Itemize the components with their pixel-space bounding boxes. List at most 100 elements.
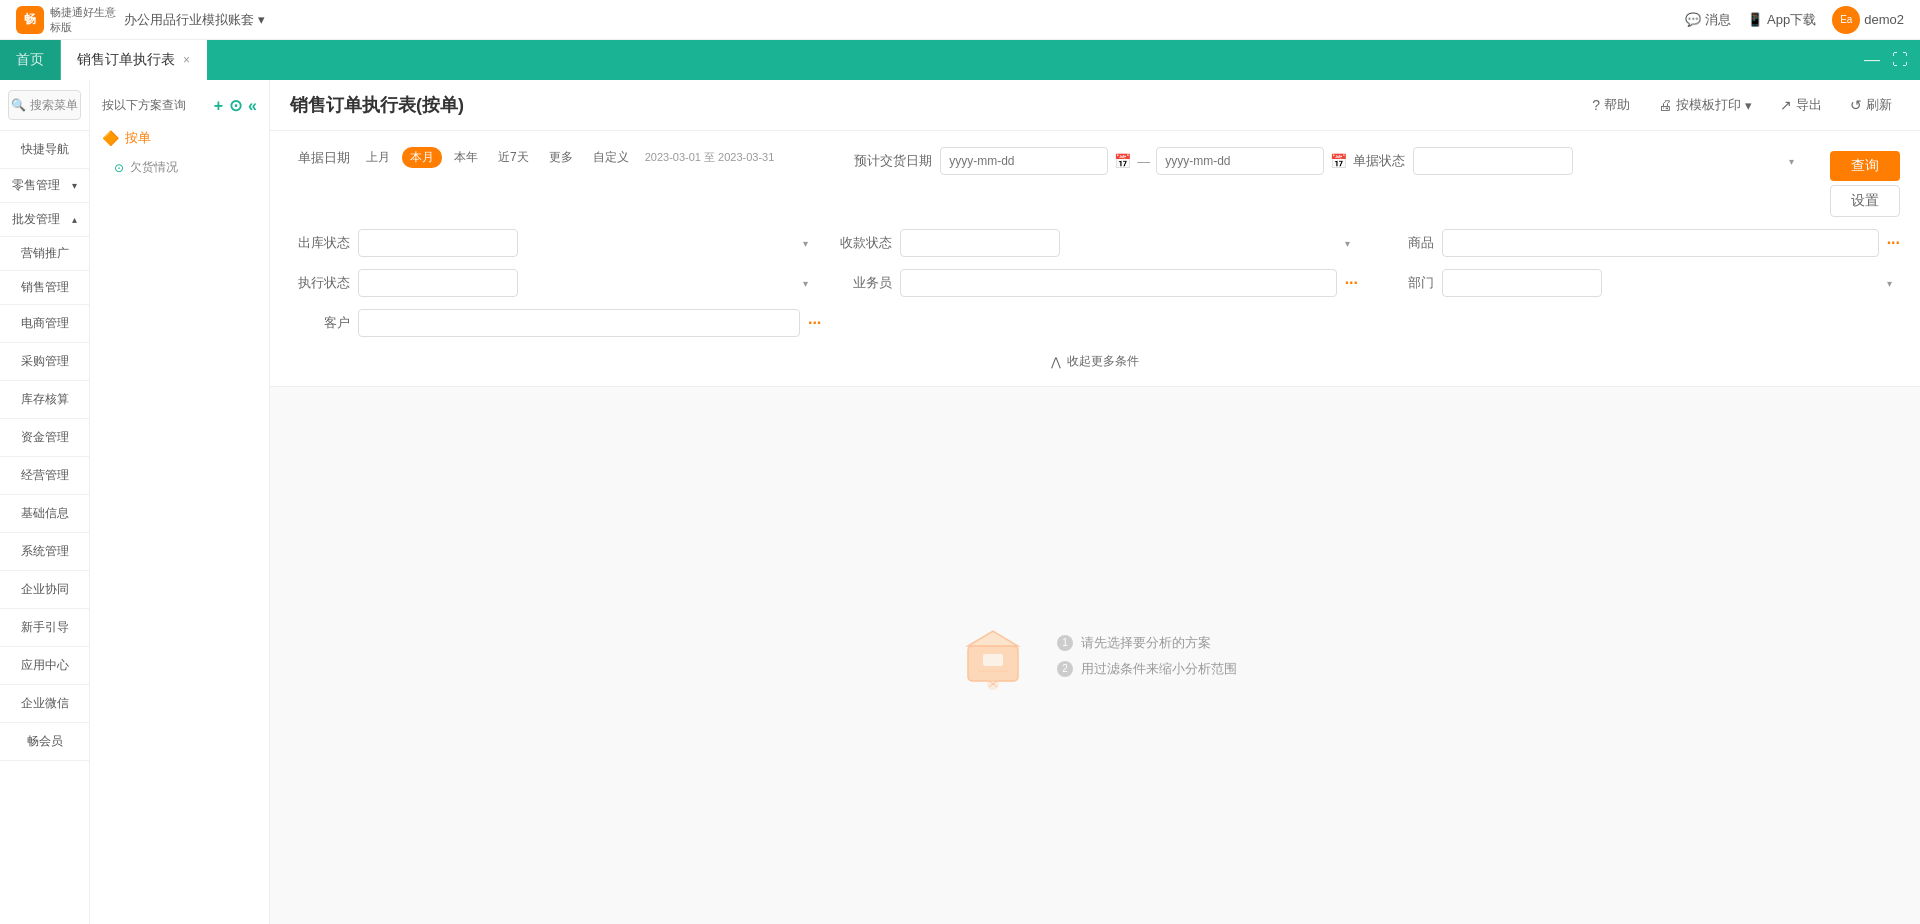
tab-actions: — ⛶ <box>1852 51 1920 69</box>
help-icon: ? <box>1592 97 1600 113</box>
order-status-chevron-icon: ▾ <box>1789 156 1794 167</box>
sidebar-item-quick-nav[interactable]: 快捷导航 <box>0 131 89 169</box>
sidebar-item-operations[interactable]: 经营管理 <box>0 457 89 495</box>
empty-tip-2: 2 用过滤条件来缩小分析范围 <box>1057 656 1237 682</box>
sidebar-item-guide[interactable]: 新手引导 <box>0 609 89 647</box>
content-area: 按以下方案查询 + ⊙ « 🔶 按单 ⊙ 欠货情况 销售订单执行表(按单) <box>90 80 1920 924</box>
calendar-start-icon[interactable]: 📅 <box>1114 153 1131 169</box>
sidebar-item-sales[interactable]: 销售管理 <box>0 271 89 305</box>
department-select[interactable] <box>1442 269 1602 297</box>
sidebar-item-wechat[interactable]: 企业微信 <box>0 685 89 723</box>
query-button[interactable]: 查询 <box>1830 151 1900 181</box>
page-header-actions: ? 帮助 🖨 按模板打印 ▾ ↗ 导出 ↺ 刷新 <box>1584 92 1900 118</box>
sidebar-item-enterprise[interactable]: 企业协同 <box>0 571 89 609</box>
shortcut-custom[interactable]: 自定义 <box>585 147 637 168</box>
help-button[interactable]: ? 帮助 <box>1584 92 1638 118</box>
chevron-right-icon: ▾ <box>72 180 77 191</box>
message-action[interactable]: 💬 消息 <box>1685 11 1731 29</box>
tab-close-icon[interactable]: × <box>183 53 190 67</box>
date-range-display: 2023-03-01 至 2023-03-31 <box>645 150 775 165</box>
execution-status-select[interactable] <box>358 269 518 297</box>
left-panel-header: 按以下方案查询 + ⊙ « <box>90 92 269 123</box>
execution-status-select-wrapper: ▾ <box>358 269 816 297</box>
receipt-status-select[interactable] <box>900 229 1060 257</box>
user-action[interactable]: Ea demo2 <box>1832 6 1904 34</box>
receipt-status-select-wrapper: ▾ <box>900 229 1358 257</box>
shortcut-this-year[interactable]: 本年 <box>446 147 486 168</box>
download-action[interactable]: 📱 App下载 <box>1747 11 1816 29</box>
sidebar-item-system[interactable]: 系统管理 <box>0 533 89 571</box>
collapse-panel-icon[interactable]: « <box>248 97 257 115</box>
product-input[interactable] <box>1442 229 1879 257</box>
scheme-icon-main: 🔶 <box>102 130 119 146</box>
sidebar-item-finance[interactable]: 资金管理 <box>0 419 89 457</box>
customer-label: 客户 <box>290 314 350 332</box>
sidebar-item-wholesale[interactable]: 批发管理 ▴ <box>0 203 89 237</box>
query-actions: 查询 设置 <box>1818 147 1900 217</box>
app-selector[interactable]: 办公用品行业模拟账套 ▾ <box>124 11 265 29</box>
date-label: 单据日期 <box>290 149 350 167</box>
sidebar-item-retail[interactable]: 零售管理 ▾ <box>0 169 89 203</box>
top-header-right: 💬 消息 📱 App下载 Ea demo2 <box>1685 6 1904 34</box>
predicted-date-end[interactable] <box>1156 147 1324 175</box>
shortcut-this-month[interactable]: 本月 <box>402 147 442 168</box>
svg-rect-2 <box>983 654 1003 666</box>
sidebar-item-ecommerce[interactable]: 电商管理 <box>0 305 89 343</box>
sidebar-item-purchase[interactable]: 采购管理 <box>0 343 89 381</box>
delivery-status-chevron-icon: ▾ <box>803 238 808 249</box>
print-button[interactable]: 🖨 按模板打印 ▾ <box>1650 92 1760 118</box>
page-title: 销售订单执行表(按单) <box>290 93 464 117</box>
delivery-status-select-wrapper: ▾ <box>358 229 816 257</box>
customer-input[interactable] <box>358 309 800 337</box>
predicted-date-start[interactable] <box>940 147 1108 175</box>
logo-text: 畅捷通好生意 标版 <box>50 5 116 34</box>
sidebar-item-app-center[interactable]: 应用中心 <box>0 647 89 685</box>
maximize-icon[interactable]: ⛶ <box>1892 51 1908 69</box>
main-layout: 🔍 搜索菜单 快捷导航 零售管理 ▾ 批发管理 ▴ 营销推广 销售管理 电商管理… <box>0 80 1920 924</box>
sidebar-item-members[interactable]: 畅会员 <box>0 723 89 761</box>
message-icon: 💬 <box>1685 12 1701 27</box>
predicted-date-label: 预计交货日期 <box>854 152 932 170</box>
empty-illustration <box>953 616 1033 696</box>
date-shortcuts: 上月 本月 本年 近7天 更多 自定义 <box>358 147 637 168</box>
receipt-status-label: 收款状态 <box>832 234 892 252</box>
salesperson-ellipsis-icon[interactable]: ··· <box>1345 274 1358 292</box>
chevron-down-icon: ▾ <box>258 12 265 27</box>
scheme-item-main[interactable]: 🔶 按单 <box>90 123 269 153</box>
settings-button[interactable]: 设置 <box>1830 185 1900 217</box>
scheme-item-sub[interactable]: ⊙ 欠货情况 <box>90 153 269 182</box>
shortcut-more[interactable]: 更多 <box>541 147 581 168</box>
shortcut-last-month[interactable]: 上月 <box>358 147 398 168</box>
search-button[interactable]: 🔍 搜索菜单 <box>8 90 81 120</box>
customer-ellipsis-icon[interactable]: ··· <box>808 314 821 332</box>
sidebar-item-marketing[interactable]: 营销推广 <box>0 237 89 271</box>
minimize-icon[interactable]: — <box>1864 51 1880 69</box>
refresh-button[interactable]: ↺ 刷新 <box>1842 92 1900 118</box>
sidebar-item-inventory[interactable]: 库存核算 <box>0 381 89 419</box>
svg-marker-1 <box>968 631 1018 646</box>
empty-state-content: 1 请先选择要分析的方案 2 用过滤条件来缩小分析范围 <box>953 616 1237 696</box>
department-select-wrapper: ▾ <box>1442 269 1900 297</box>
shortcut-7days[interactable]: 近7天 <box>490 147 537 168</box>
department-label: 部门 <box>1374 274 1434 292</box>
add-scheme-icon[interactable]: + <box>214 97 223 115</box>
avatar: Ea <box>1832 6 1860 34</box>
left-panel-actions: + ⊙ « <box>214 96 257 115</box>
sidebar-item-basic-info[interactable]: 基础信息 <box>0 495 89 533</box>
salesperson-input[interactable] <box>900 269 1337 297</box>
top-header: 畅 畅捷通好生意 标版 办公用品行业模拟账套 ▾ 💬 消息 📱 App下载 Ea… <box>0 0 1920 40</box>
sidebar-search: 🔍 搜索菜单 <box>0 80 89 131</box>
tab-active[interactable]: 销售订单执行表 × <box>61 40 207 80</box>
edit-scheme-icon[interactable]: ⊙ <box>229 96 242 115</box>
main-content: 销售订单执行表(按单) ? 帮助 🖨 按模板打印 ▾ ↗ 导出 <box>270 80 1920 924</box>
export-button[interactable]: ↗ 导出 <box>1772 92 1830 118</box>
delivery-status-select[interactable] <box>358 229 518 257</box>
order-status-select[interactable] <box>1413 147 1573 175</box>
filter-area: 单据日期 上月 本月 本年 近7天 更多 自定义 2023-03-01 至 20… <box>270 131 1920 387</box>
collapse-filter-button[interactable]: ⋀ 收起更多条件 <box>290 345 1900 370</box>
tab-home[interactable]: 首页 <box>0 40 61 80</box>
delivery-status-label: 出库状态 <box>290 234 350 252</box>
print-icon: 🖨 <box>1658 97 1672 113</box>
product-ellipsis-icon[interactable]: ··· <box>1887 234 1900 252</box>
empty-tip-1: 1 请先选择要分析的方案 <box>1057 630 1237 656</box>
